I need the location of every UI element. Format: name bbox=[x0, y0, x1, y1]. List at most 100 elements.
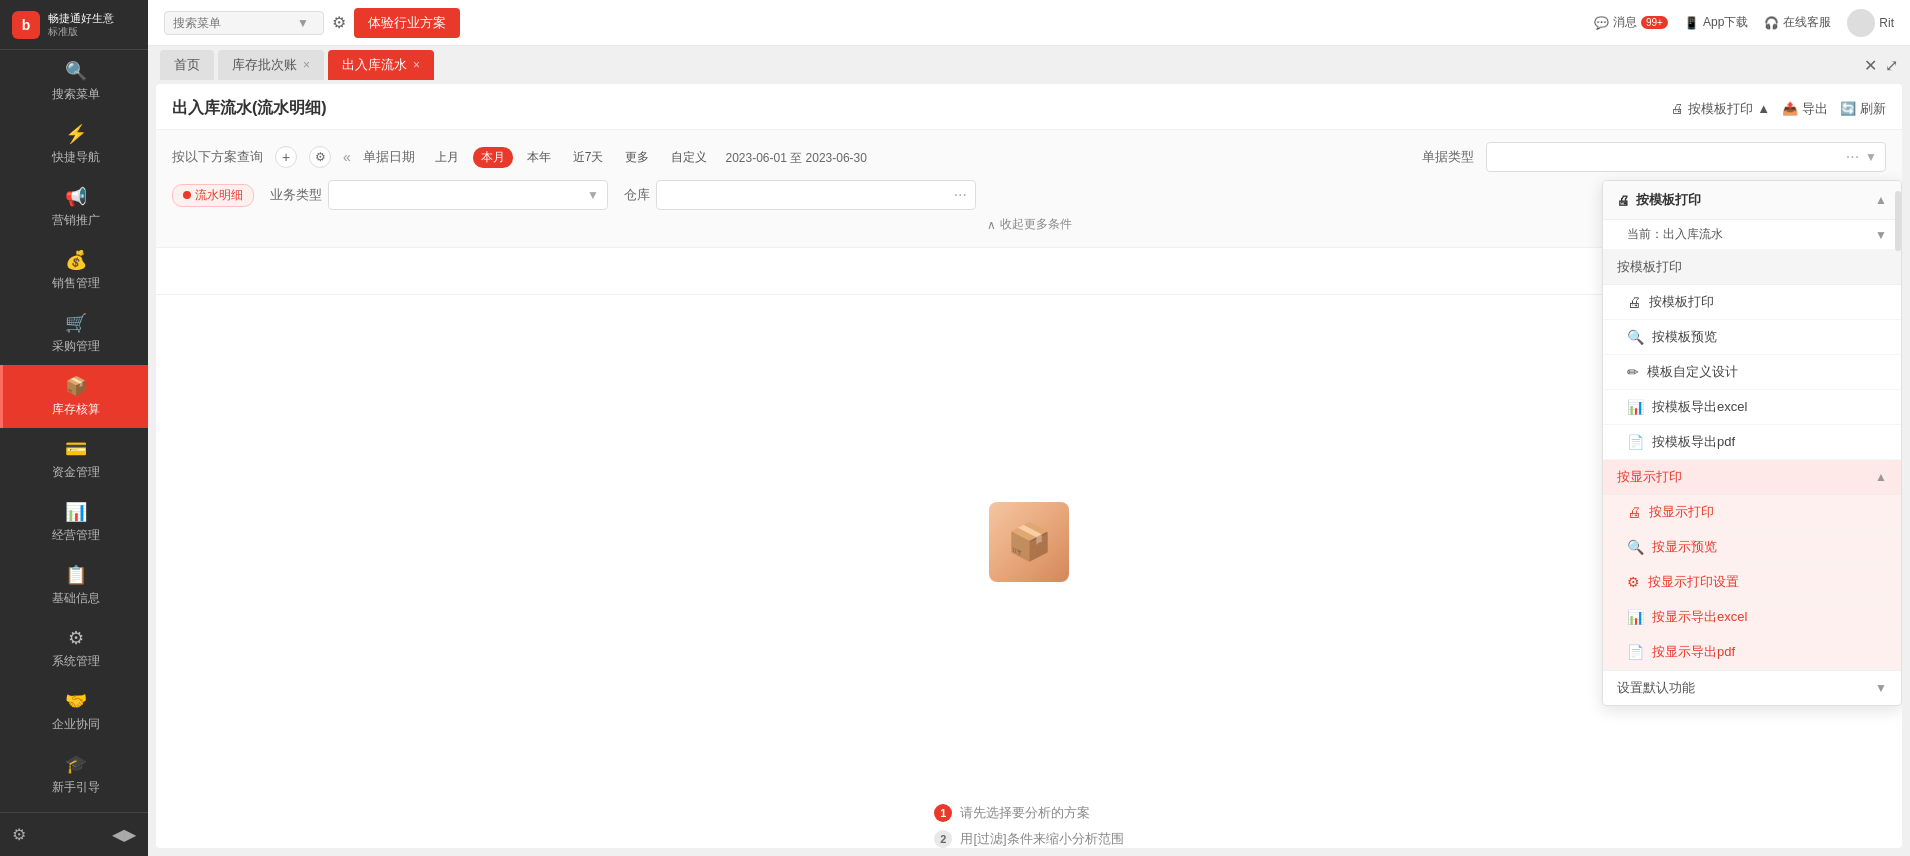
template-print-button[interactable]: 🖨 按模板打印 ▲ bbox=[1671, 100, 1770, 118]
dp-current-label: 当前：出入库流水 bbox=[1627, 226, 1723, 243]
message-item[interactable]: 💬 消息 99+ bbox=[1594, 14, 1668, 31]
date-opt-7days[interactable]: 近7天 bbox=[565, 147, 612, 168]
settings-icon[interactable]: ⚙ bbox=[12, 825, 26, 844]
refresh-button[interactable]: 🔄 刷新 bbox=[1840, 100, 1886, 118]
tab-inventory-batch[interactable]: 库存批次账 × bbox=[218, 50, 324, 80]
dp-footer[interactable]: 设置默认功能 ▼ bbox=[1603, 670, 1901, 705]
message-badge: 99+ bbox=[1641, 16, 1668, 29]
search-box[interactable]: ▼ bbox=[164, 11, 324, 35]
sidebar-item-finance[interactable]: 💳 资金管理 bbox=[0, 428, 148, 491]
tab-inout-flow-close[interactable]: × bbox=[413, 58, 420, 72]
date-opt-this-month[interactable]: 本月 bbox=[473, 147, 513, 168]
dp-item-template-custom[interactable]: ✏ 模板自定义设计 bbox=[1603, 355, 1901, 390]
doc-type-more-btn[interactable]: ··· bbox=[1846, 148, 1859, 166]
dp-display-preview-icon: 🔍 bbox=[1627, 539, 1644, 555]
warehouse-select[interactable]: ··· bbox=[656, 180, 976, 210]
dp-item-display-excel[interactable]: 📊 按显示导出excel bbox=[1603, 600, 1901, 635]
dp-item-template-excel[interactable]: 📊 按模板导出excel bbox=[1603, 390, 1901, 425]
dp-display-print-label: 按显示打印 bbox=[1649, 503, 1714, 521]
tab-inout-flow[interactable]: 出入库流水 × bbox=[328, 50, 434, 80]
dp-display-preview-label: 按显示预览 bbox=[1652, 538, 1717, 556]
dp-item-display-print[interactable]: 🖨 按显示打印 bbox=[1603, 495, 1901, 530]
dp-display-print-icon: 🖨 bbox=[1627, 504, 1641, 520]
sidebar-item-system[interactable]: ⚙ 系统管理 bbox=[0, 617, 148, 680]
sidebar-item-label-quick-nav: 快捷导航 bbox=[52, 149, 100, 166]
sidebar-item-label-sales: 销售管理 bbox=[52, 275, 100, 292]
sidebar-item-inventory[interactable]: 📦 库存核算 bbox=[0, 365, 148, 428]
sidebar-item-marketing[interactable]: 📢 营销推广 bbox=[0, 176, 148, 239]
date-range: 2023-06-01 至 2023-06-30 bbox=[725, 150, 866, 167]
filter-add-button[interactable]: + bbox=[275, 146, 297, 168]
basic-info-icon: 📋 bbox=[65, 564, 87, 586]
business-type-label: 业务类型 bbox=[270, 186, 322, 204]
dp-current-item[interactable]: 当前：出入库流水 ▼ bbox=[1603, 220, 1901, 250]
tabbar: 首页 库存批次账 × 出入库流水 × ✕ ⤢ bbox=[148, 46, 1910, 84]
close-all-icon[interactable]: ✕ bbox=[1864, 56, 1877, 75]
collapse-icon[interactable]: ◀▶ bbox=[112, 825, 136, 844]
sidebar-item-label-search: 搜索菜单 bbox=[52, 86, 100, 103]
dp-item-display-preview[interactable]: 🔍 按显示预览 bbox=[1603, 530, 1901, 565]
tab-inventory-batch-close[interactable]: × bbox=[303, 58, 310, 72]
dp-item-display-pdf[interactable]: 📄 按显示导出pdf bbox=[1603, 635, 1901, 670]
dp-item-template-print[interactable]: 🖨 按模板打印 bbox=[1603, 285, 1901, 320]
sidebar-item-cooperation[interactable]: 🤝 企业协同 bbox=[0, 680, 148, 743]
sidebar-item-search[interactable]: 🔍 搜索菜单 bbox=[0, 50, 148, 113]
dp-template-print-icon: 🖨 bbox=[1627, 294, 1641, 310]
app-version: 标准版 bbox=[48, 25, 114, 38]
date-opt-custom[interactable]: 自定义 bbox=[663, 147, 715, 168]
filter-collapse-icon[interactable]: « bbox=[343, 149, 351, 165]
filter-settings-button[interactable]: ⚙ bbox=[309, 146, 331, 168]
service-label: 在线客服 bbox=[1783, 14, 1831, 31]
system-icon: ⚙ bbox=[68, 627, 84, 649]
purchase-icon: 🛒 bbox=[65, 312, 87, 334]
expand-icon[interactable]: ⤢ bbox=[1885, 56, 1898, 75]
doc-type-select[interactable]: ··· ▼ bbox=[1486, 142, 1886, 172]
marketing-icon: 📢 bbox=[65, 186, 87, 208]
dp-display-pdf-icon: 📄 bbox=[1627, 644, 1644, 660]
date-opt-last-month[interactable]: 上月 bbox=[427, 147, 467, 168]
service-item[interactable]: 🎧 在线客服 bbox=[1764, 14, 1831, 31]
dp-display-pdf-label: 按显示导出pdf bbox=[1652, 643, 1735, 661]
search-chevron-icon: ▼ bbox=[297, 16, 309, 30]
app-download-label: App下载 bbox=[1703, 14, 1748, 31]
sidebar-item-basic-info[interactable]: 📋 基础信息 bbox=[0, 554, 148, 617]
tab-inventory-batch-label: 库存批次账 bbox=[232, 56, 297, 74]
sidebar-item-sales[interactable]: 💰 销售管理 bbox=[0, 239, 148, 302]
date-opt-more[interactable]: 更多 bbox=[617, 147, 657, 168]
trial-button[interactable]: 体验行业方案 bbox=[354, 8, 460, 38]
quick-nav-icon: ⚡ bbox=[65, 123, 87, 145]
filter-tag-label: 流水明细 bbox=[195, 187, 243, 204]
tab-inout-flow-label: 出入库流水 bbox=[342, 56, 407, 74]
dp-template-preview-label: 按模板预览 bbox=[1652, 328, 1717, 346]
business-type-select[interactable]: ▼ bbox=[328, 180, 608, 210]
template-print-label: 按模板打印 bbox=[1688, 100, 1753, 118]
sidebar-item-purchase[interactable]: 🛒 采购管理 bbox=[0, 302, 148, 365]
dp-display-settings-icon: ⚙ bbox=[1627, 574, 1640, 590]
export-button[interactable]: 📤 导出 bbox=[1782, 100, 1828, 118]
guide-icon: 🎓 bbox=[65, 753, 87, 775]
dp-item-template-pdf[interactable]: 📄 按模板导出pdf bbox=[1603, 425, 1901, 460]
sidebar-item-quick-nav[interactable]: ⚡ 快捷导航 bbox=[0, 113, 148, 176]
page-header: 出入库流水(流水明细) 🖨 按模板打印 ▲ 📤 导出 🔄 刷新 bbox=[156, 84, 1902, 130]
dp-scrollbar[interactable] bbox=[1895, 181, 1901, 705]
topbar-gear-icon[interactable]: ⚙ bbox=[332, 13, 346, 32]
app-download-item[interactable]: 📱 App下载 bbox=[1684, 14, 1748, 31]
sidebar-item-guide[interactable]: 🎓 新手引导 bbox=[0, 743, 148, 806]
dp-display-section-header: 按显示打印 ▲ bbox=[1603, 460, 1901, 495]
user-avatar bbox=[1847, 9, 1875, 37]
finance-icon: 💳 bbox=[65, 438, 87, 460]
dp-template-custom-label: 模板自定义设计 bbox=[1647, 363, 1738, 381]
dp-item-display-print-settings[interactable]: ⚙ 按显示打印设置 bbox=[1603, 565, 1901, 600]
dp-item-template-preview[interactable]: 🔍 按模板预览 bbox=[1603, 320, 1901, 355]
topbar: ▼ ⚙ 体验行业方案 💬 消息 99+ 📱 App下载 🎧 在线客服 Rit bbox=[148, 0, 1910, 46]
filter-row-1: 按以下方案查询 + ⚙ « 单据日期 上月 本月 本年 近7天 更多 自定义 2… bbox=[172, 142, 1886, 172]
search-input[interactable] bbox=[173, 16, 293, 30]
tab-home[interactable]: 首页 bbox=[160, 50, 214, 80]
sidebar-item-operations[interactable]: 📊 经营管理 bbox=[0, 491, 148, 554]
sidebar-item-label-inventory: 库存核算 bbox=[52, 401, 100, 418]
date-opt-this-year[interactable]: 本年 bbox=[519, 147, 559, 168]
warehouse-more-btn[interactable]: ··· bbox=[954, 186, 967, 204]
dp-template-print-label: 按模板打印 bbox=[1649, 293, 1714, 311]
user-item[interactable]: Rit bbox=[1847, 9, 1894, 37]
tab-home-label: 首页 bbox=[174, 56, 200, 74]
